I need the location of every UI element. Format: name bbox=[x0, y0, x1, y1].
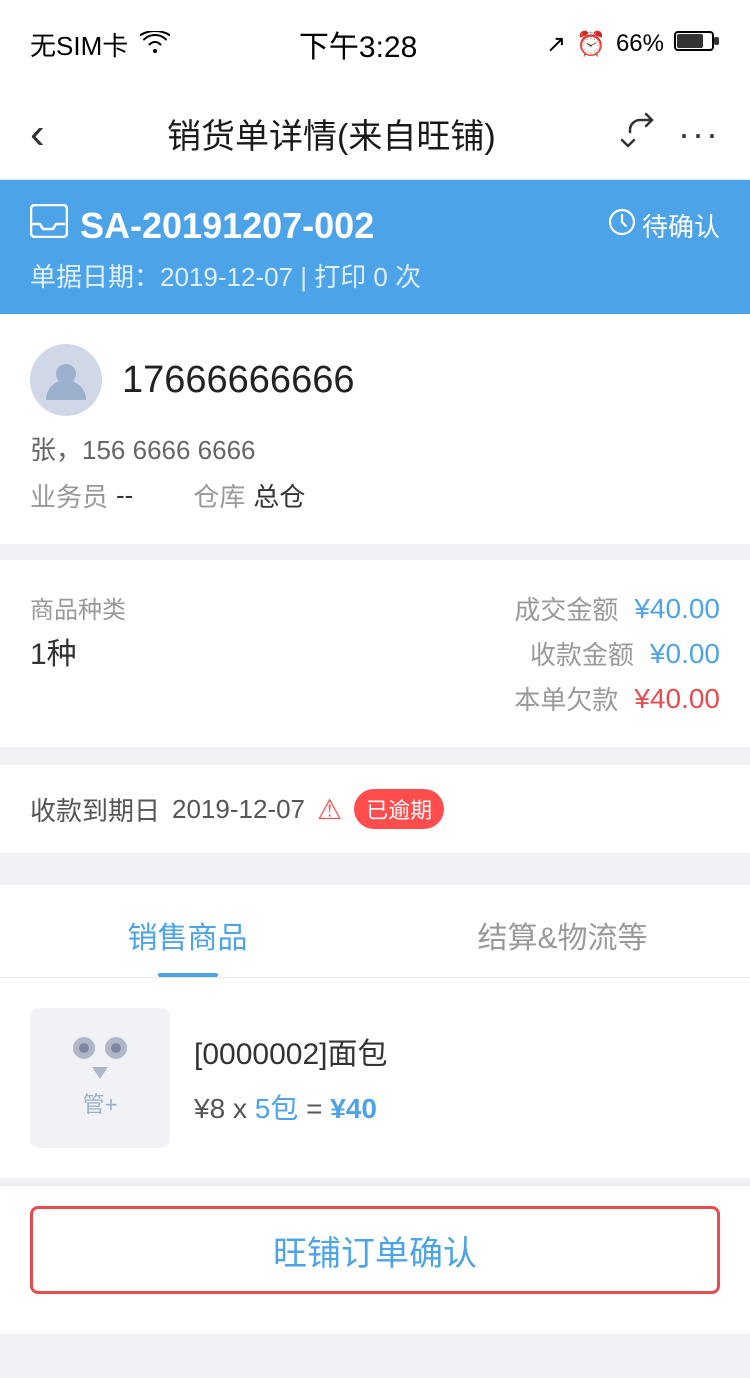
overdue-section: 收款到期日 2019-12-07 ⚠ 已逾期 bbox=[0, 765, 750, 853]
page-title: 销货单详情(来自旺铺) bbox=[167, 109, 496, 158]
battery-icon bbox=[674, 29, 720, 60]
back-button[interactable]: ‹ bbox=[30, 109, 45, 159]
order-id-row: SA-20191207-002 bbox=[30, 204, 374, 247]
order-banner: SA-20191207-002 待确认 单据日期：2019-12-07 | 打印… bbox=[0, 180, 750, 314]
transaction-amount-value: ¥40.00 bbox=[634, 593, 720, 625]
location-icon: ↗ bbox=[546, 30, 566, 59]
more-icon[interactable]: ··· bbox=[678, 113, 720, 155]
product-type-value: 1种 bbox=[30, 629, 126, 673]
battery-label: 66% bbox=[616, 30, 664, 58]
product-item: 管+ [0000002]面包 ¥8 x 5包 = ¥40 bbox=[0, 978, 750, 1178]
share-icon[interactable] bbox=[618, 112, 654, 155]
avatar bbox=[30, 344, 102, 416]
customer-section: 17666666666 张，156 6666 6666 业务员 -- 仓库 总仓 bbox=[0, 314, 750, 544]
product-info: [0000002]面包 ¥8 x 5包 = ¥40 bbox=[194, 1029, 720, 1127]
received-amount-label: 收款金额 bbox=[530, 635, 634, 672]
divider-3 bbox=[0, 853, 750, 869]
owl-logo: 管+ bbox=[73, 1037, 127, 1119]
divider-1 bbox=[0, 544, 750, 560]
status-bar-left: 无SIM卡 bbox=[30, 26, 170, 63]
clock-icon bbox=[608, 208, 636, 243]
total-price: ¥40 bbox=[330, 1093, 377, 1124]
warehouse-value: 总仓 bbox=[253, 477, 305, 514]
tabs-section: 销售商品 结算&物流等 管+ [0000002]面包 ¥8 x 5包 = bbox=[0, 885, 750, 1178]
carrier-label: 无SIM卡 bbox=[30, 26, 128, 63]
nav-bar: ‹ 销货单详情(来自旺铺) ··· bbox=[0, 88, 750, 180]
owed-amount-row: 本单欠款 ¥40.00 bbox=[514, 680, 720, 717]
owed-amount-label: 本单欠款 bbox=[514, 680, 618, 717]
owed-amount-value: ¥40.00 bbox=[634, 683, 720, 715]
overdue-warning-icon: ⚠ bbox=[317, 793, 342, 826]
nav-icons: ··· bbox=[618, 112, 720, 155]
overdue-badge: 已逾期 bbox=[354, 789, 444, 829]
status-bar-right: ↗ ⏰ 66% bbox=[546, 29, 720, 60]
received-amount-row: 收款金额 ¥0.00 bbox=[530, 635, 720, 672]
tab-settlement-logistics[interactable]: 结算&物流等 bbox=[375, 885, 750, 977]
alarm-icon: ⏰ bbox=[576, 30, 606, 59]
customer-name: 张，156 6666 6666 bbox=[30, 430, 720, 467]
transaction-amount-label: 成交金额 bbox=[514, 590, 618, 627]
inbox-icon bbox=[30, 204, 68, 247]
order-date: 单据日期：2019-12-07 | 打印 0 次 bbox=[30, 257, 720, 294]
product-type-label: 商品种类 bbox=[30, 590, 126, 625]
customer-phone: 17666666666 bbox=[122, 359, 354, 402]
summary-section: 商品种类 1种 成交金额 ¥40.00 收款金额 ¥0.00 本单欠款 ¥40.… bbox=[0, 560, 750, 747]
product-thumbnail: 管+ bbox=[30, 1008, 170, 1148]
bottom-area: 旺铺订单确认 bbox=[0, 1185, 750, 1334]
salesperson-label: 业务员 bbox=[30, 477, 108, 514]
wifi-icon bbox=[140, 29, 170, 60]
quantity: 5包 bbox=[255, 1093, 299, 1124]
warehouse-item: 仓库 总仓 bbox=[193, 477, 305, 514]
status-bar: 无SIM卡 下午3:28 ↗ ⏰ 66% bbox=[0, 0, 750, 88]
divider-2 bbox=[0, 747, 750, 763]
overdue-date: 2019-12-07 bbox=[172, 794, 305, 825]
salesperson-item: 业务员 -- bbox=[30, 477, 133, 514]
product-name: [0000002]面包 bbox=[194, 1029, 720, 1073]
product-type-info: 商品种类 1种 bbox=[30, 590, 126, 673]
multiply-sign: x bbox=[233, 1093, 247, 1124]
warehouse-label: 仓库 bbox=[193, 477, 245, 514]
order-id-text: SA-20191207-002 bbox=[80, 205, 374, 247]
unit-price: ¥8 bbox=[194, 1093, 225, 1124]
product-price-row: ¥8 x 5包 = ¥40 bbox=[194, 1087, 720, 1127]
status-bar-time: 下午3:28 bbox=[299, 22, 417, 66]
equals-sign: = bbox=[306, 1093, 322, 1124]
salesperson-value: -- bbox=[116, 480, 133, 511]
order-status: 待确认 bbox=[608, 207, 720, 244]
owl-plus: 管+ bbox=[83, 1087, 118, 1119]
tab-sales-goods[interactable]: 销售商品 bbox=[0, 885, 375, 977]
received-amount-value: ¥0.00 bbox=[650, 638, 720, 670]
amount-info: 成交金额 ¥40.00 收款金额 ¥0.00 本单欠款 ¥40.00 bbox=[514, 590, 720, 717]
transaction-amount-row: 成交金额 ¥40.00 bbox=[514, 590, 720, 627]
tabs-row: 销售商品 结算&物流等 bbox=[0, 885, 750, 978]
status-text: 待确认 bbox=[642, 207, 720, 244]
customer-meta: 业务员 -- 仓库 总仓 bbox=[30, 477, 720, 514]
overdue-label: 收款到期日 bbox=[30, 791, 160, 828]
confirm-order-button[interactable]: 旺铺订单确认 bbox=[30, 1206, 720, 1294]
